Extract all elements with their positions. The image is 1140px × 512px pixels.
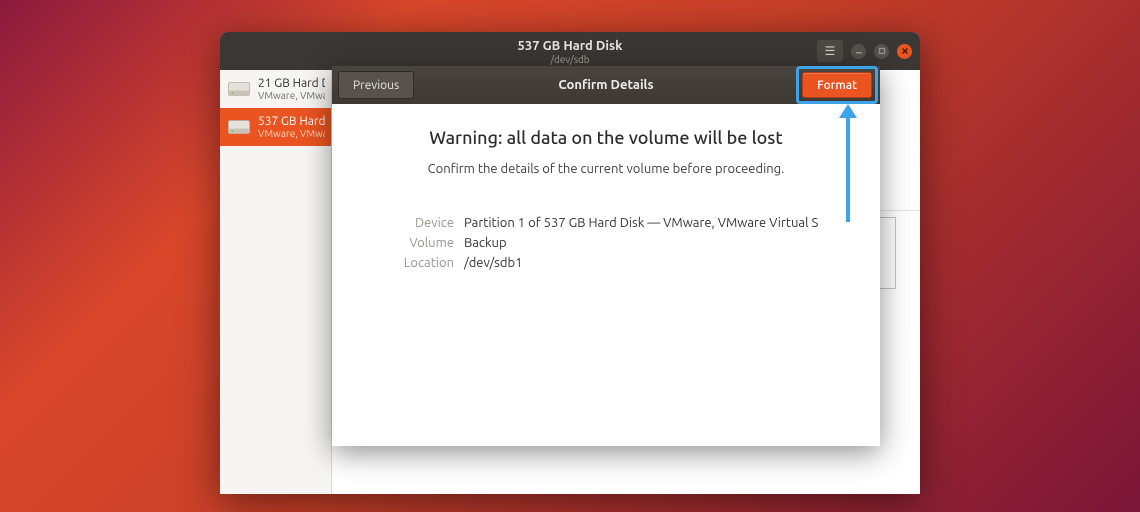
value-device: Partition 1 of 537 GB Hard Disk — VMware… xyxy=(464,216,850,230)
sidebar-item-disk-0[interactable]: 21 GB Hard D VMware, VMwa xyxy=(220,70,331,108)
sidebar-item-text: 537 GB Hard VMware, VMwa xyxy=(258,115,325,139)
maximize-icon xyxy=(878,47,886,55)
sidebar-item-text: 21 GB Hard D VMware, VMwa xyxy=(258,77,325,101)
titlebar-controls: ☰ xyxy=(817,40,912,62)
drive-harddisk-icon xyxy=(226,76,252,102)
label-volume: Volume xyxy=(362,236,454,250)
warning-heading: Warning: all data on the volume will be … xyxy=(362,128,850,148)
value-volume: Backup xyxy=(464,236,850,250)
menu-button[interactable]: ☰ xyxy=(817,40,843,62)
menu-icon: ☰ xyxy=(825,44,836,58)
previous-button[interactable]: Previous xyxy=(338,71,414,99)
maximize-button[interactable] xyxy=(874,44,889,59)
sidebar-item-sublabel: VMware, VMwa xyxy=(258,128,325,139)
minimize-button[interactable] xyxy=(851,44,866,59)
window-subtitle: /dev/sdb xyxy=(550,54,589,65)
titlebar: 537 GB Hard Disk /dev/sdb ☰ xyxy=(220,32,920,70)
label-device: Device xyxy=(362,216,454,230)
sidebar-item-label: 21 GB Hard D xyxy=(258,77,325,90)
format-confirm-dialog: Previous Confirm Details Format Warning:… xyxy=(332,66,880,446)
warning-subtext: Confirm the details of the current volum… xyxy=(362,162,850,176)
format-button-highlight: Format xyxy=(796,66,878,104)
dialog-header: Previous Confirm Details Format xyxy=(332,66,880,104)
minimize-icon xyxy=(855,47,863,55)
drive-harddisk-icon xyxy=(226,114,252,140)
value-location: /dev/sdb1 xyxy=(464,256,850,270)
format-button-label: Format xyxy=(817,79,857,92)
window-title: 537 GB Hard Disk xyxy=(518,39,623,53)
dialog-body: Warning: all data on the volume will be … xyxy=(332,104,880,446)
dialog-title: Confirm Details xyxy=(558,78,653,92)
details-grid: Device Partition 1 of 537 GB Hard Disk —… xyxy=(362,216,850,270)
previous-button-label: Previous xyxy=(353,79,399,92)
sidebar-item-sublabel: VMware, VMwa xyxy=(258,90,325,101)
label-location: Location xyxy=(362,256,454,270)
sidebar-item-label: 537 GB Hard xyxy=(258,115,325,128)
disk-sidebar: 21 GB Hard D VMware, VMwa 537 GB Hard VM… xyxy=(220,70,332,494)
sidebar-item-disk-1[interactable]: 537 GB Hard VMware, VMwa xyxy=(220,108,331,146)
close-icon xyxy=(901,47,909,55)
format-button[interactable]: Format xyxy=(802,72,872,98)
close-button[interactable] xyxy=(897,44,912,59)
